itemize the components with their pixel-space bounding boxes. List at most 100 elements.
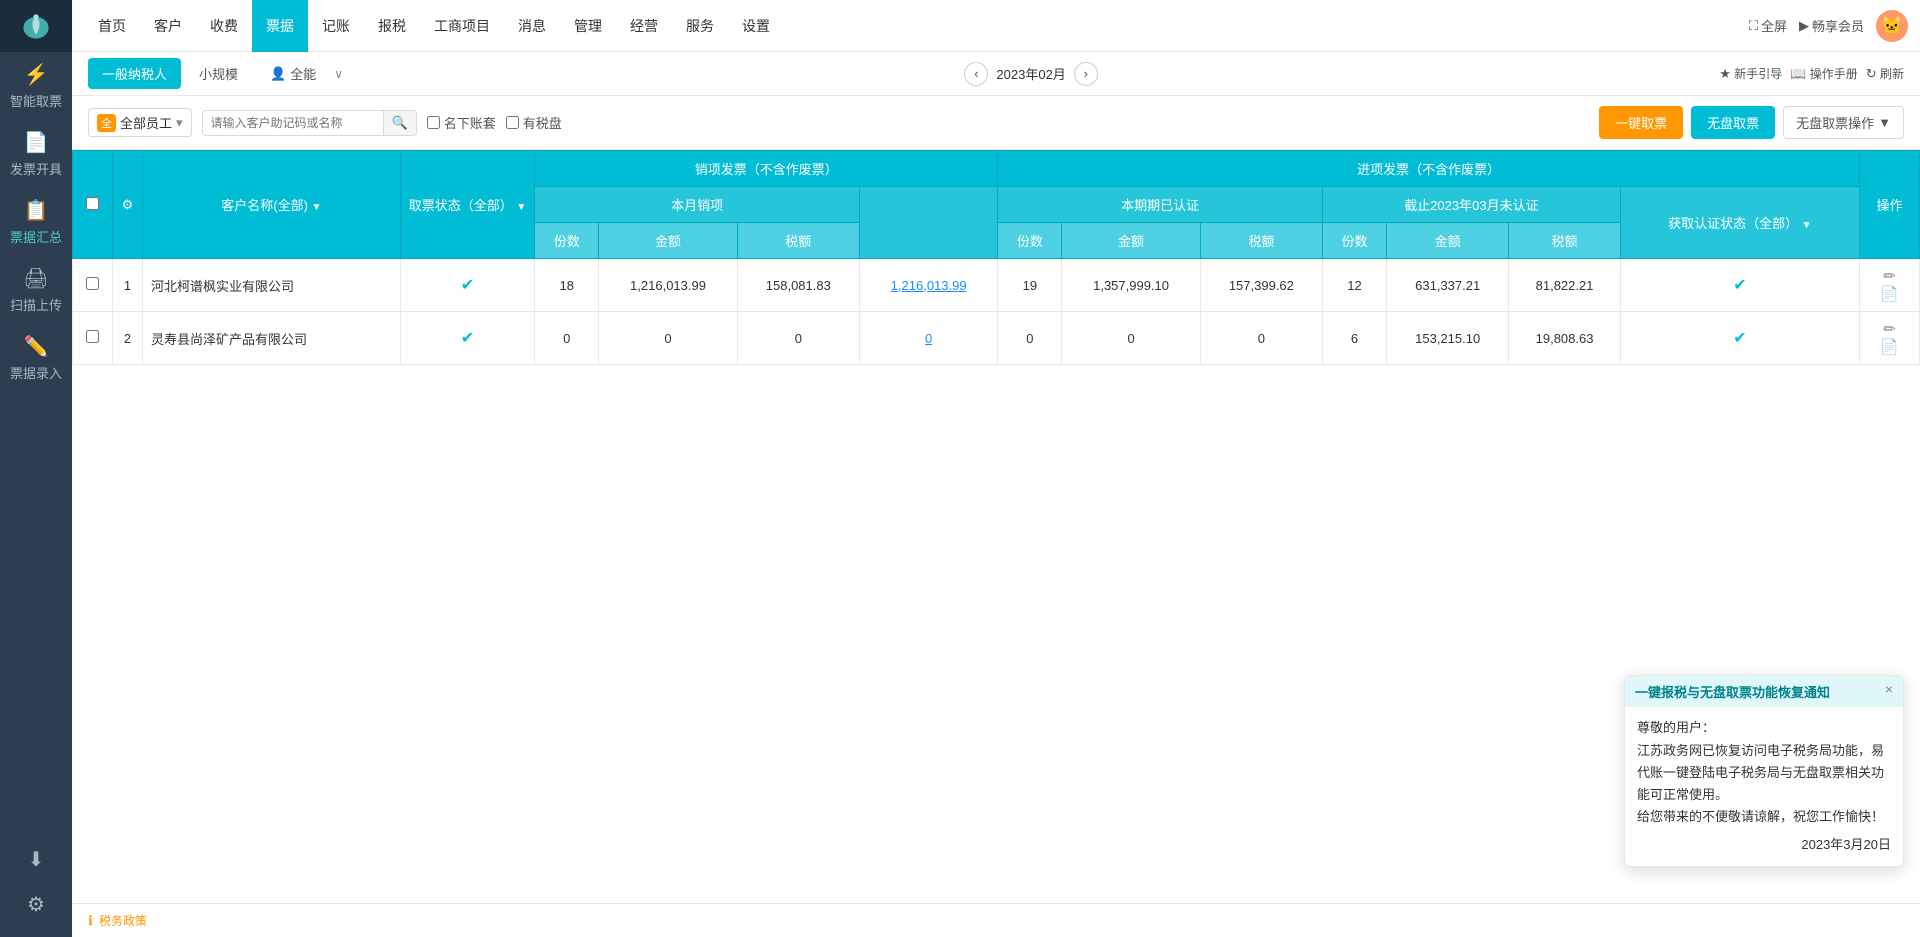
checkbox-taxdisk[interactable]: 有税盘: [506, 113, 562, 132]
sidebar-item-download[interactable]: ⬇: [0, 837, 72, 882]
table-row: 1 河北柯谱枫实业有限公司 ✔ 18 1,216,013.99 158,081.…: [73, 259, 1920, 312]
policy-link[interactable]: 税务政策: [99, 912, 147, 929]
col-uncert-tax: 税额: [1509, 223, 1620, 259]
sidebar-item-invoice-open[interactable]: 📄 发票开具: [0, 120, 72, 188]
topnav-business[interactable]: 工商项目: [420, 0, 504, 52]
topnav: 首页 客户 收费 票据 记账 报税 工商项目 消息 管理 经营 服务 设置 ⛶ …: [72, 0, 1920, 52]
consecutive-link[interactable]: 0: [925, 331, 932, 346]
main-table: ⚙ 客户名称(全部) ▼ 取票状态（全部） ▼ 销项发票（不含作废票） 进项发票…: [72, 150, 1920, 365]
current-date: 2023年02月: [996, 64, 1065, 83]
refresh-icon: ↻: [1866, 66, 1877, 81]
date-prev-btn[interactable]: ‹: [964, 62, 988, 86]
employee-select[interactable]: 全 全部员工 ▾: [88, 108, 192, 137]
row-sale-tax: 158,081.83: [737, 259, 859, 312]
col-consecutive-12: [859, 187, 997, 259]
checkbox-myaccount[interactable]: 名下账套: [427, 113, 496, 132]
notification-title: 一键报税与无盘取票功能恢复通知: [1635, 682, 1879, 701]
sidebar-item-invoice-summary[interactable]: 📋 票据汇总: [0, 188, 72, 256]
view-action-btn[interactable]: 📄: [1877, 339, 1902, 356]
col-fetch-status: 取票状态（全部） ▼: [400, 151, 535, 259]
data-entry-icon: ✏️: [24, 334, 49, 359]
row-purch-shares: 19: [998, 259, 1062, 312]
row-uncert-shares: 12: [1323, 259, 1387, 312]
tabs-more-btn[interactable]: ∨: [334, 67, 343, 81]
row-uncert-tax: 19,808.63: [1509, 312, 1620, 365]
sidebar-bottom: ⬇ ⚙: [0, 837, 72, 937]
search-input[interactable]: [203, 112, 383, 134]
table-row: 2 灵寿县尚泽矿产品有限公司 ✔ 0 0 0 0 0 0 0 6 153,215…: [73, 312, 1920, 365]
col-group-purchase: 进项发票（不含作废票）: [998, 151, 1860, 187]
new-guide-btn[interactable]: ★ 新手引导: [1719, 65, 1782, 82]
sidebar-item-settings[interactable]: ⚙: [0, 882, 72, 927]
tab-all[interactable]: 👤 全能: [256, 58, 330, 89]
edit-action-btn[interactable]: ✏: [1880, 268, 1899, 285]
consecutive-link[interactable]: 1,216,013.99: [891, 278, 967, 293]
topnav-tax[interactable]: 报税: [364, 0, 420, 52]
row-checkbox[interactable]: [86, 330, 99, 343]
col-purch-amount: 金额: [1062, 223, 1200, 259]
sidebar-item-data-entry[interactable]: ✏️ 票据录入: [0, 324, 72, 392]
manual-btn[interactable]: 📖 操作手册: [1790, 65, 1858, 82]
fullscreen-btn[interactable]: ⛶ 全屏: [1749, 16, 1787, 35]
notification-close-btn[interactable]: ×: [1885, 682, 1893, 696]
no-disk-fetch-btn[interactable]: 无盘取票: [1691, 106, 1775, 139]
row-sale-amount: 0: [599, 312, 737, 365]
notification-header: 一键报税与无盘取票功能恢复通知 ×: [1625, 676, 1903, 707]
sidebar-logo: [0, 0, 72, 52]
date-next-btn[interactable]: ›: [1074, 62, 1098, 86]
refresh-btn[interactable]: ↻ 刷新: [1866, 65, 1904, 82]
myaccount-checkbox[interactable]: [427, 116, 440, 129]
select-all-checkbox[interactable]: [86, 197, 99, 210]
col-ops: 操作: [1860, 151, 1920, 259]
topnav-invoice[interactable]: 票据: [252, 0, 308, 52]
sidebar-item-smart-fetch[interactable]: ⚡ 智能取票: [0, 52, 72, 120]
topnav-accounting[interactable]: 记账: [308, 0, 364, 52]
topnav-collect[interactable]: 收费: [196, 0, 252, 52]
download-icon: ⬇: [28, 847, 45, 872]
row-checkbox-cell[interactable]: [73, 312, 113, 365]
tab-general-taxpayer[interactable]: 一般纳税人: [88, 58, 181, 89]
no-disk-ops-btn[interactable]: 无盘取票操作 ▼: [1783, 106, 1904, 139]
row-actions: ✏ 📄: [1860, 259, 1920, 312]
row-sale-shares: 0: [535, 312, 599, 365]
topnav-manage[interactable]: 管理: [560, 0, 616, 52]
one-click-fetch-btn[interactable]: 一键取票: [1599, 106, 1683, 139]
cert-status-filter-icon[interactable]: ▼: [1802, 220, 1812, 231]
topnav-customer[interactable]: 客户: [140, 0, 196, 52]
sidebar-item-scan-upload[interactable]: 🖨 扫描上传: [0, 256, 72, 324]
toolbar-right: 一键取票 无盘取票 无盘取票操作 ▼: [1599, 106, 1904, 139]
topnav-operation[interactable]: 经营: [616, 0, 672, 52]
vip-btn[interactable]: ▶ 畅享会员: [1799, 16, 1864, 35]
invoice-open-icon: 📄: [24, 130, 49, 155]
row-checkbox[interactable]: [86, 277, 99, 290]
sidebar: ⚡ 智能取票 📄 发票开具 📋 票据汇总 🖨 扫描上传 ✏️ 票据录入 ⬇ ⚙: [0, 0, 72, 937]
col-uncert-shares: 份数: [1323, 223, 1387, 259]
user-avatar[interactable]: 🐱: [1876, 10, 1908, 42]
edit-action-btn[interactable]: ✏: [1880, 321, 1899, 338]
col-purch-tax: 税额: [1200, 223, 1322, 259]
employee-chevron-icon: ▾: [176, 115, 183, 131]
topnav-settings[interactable]: 设置: [728, 0, 784, 52]
row-uncert-amount: 631,337.21: [1387, 259, 1509, 312]
col-purch-shares: 份数: [998, 223, 1062, 259]
table-settings-icon[interactable]: ⚙: [122, 197, 134, 212]
col-group-sale: 销项发票（不含作废票）: [535, 151, 998, 187]
filter-icon[interactable]: ▼: [312, 202, 322, 213]
row-no: 2: [113, 312, 143, 365]
topnav-home[interactable]: 首页: [84, 0, 140, 52]
smart-fetch-icon: ⚡: [24, 62, 49, 87]
search-button[interactable]: 🔍: [383, 111, 416, 135]
topnav-message[interactable]: 消息: [504, 0, 560, 52]
col-uncertified: 截止2023年03月未认证: [1323, 187, 1621, 223]
row-uncert-shares: 6: [1323, 312, 1387, 365]
taxdisk-checkbox[interactable]: [506, 116, 519, 129]
topnav-service[interactable]: 服务: [672, 0, 728, 52]
view-action-btn[interactable]: 📄: [1877, 286, 1902, 303]
row-sale-amount: 1,216,013.99: [599, 259, 737, 312]
employee-label: 全部员工: [120, 113, 172, 132]
tab-small-scale[interactable]: 小规模: [185, 58, 252, 89]
row-checkbox-cell[interactable]: [73, 259, 113, 312]
col-cert-status: 获取认证状态（全部） ▼: [1620, 187, 1859, 259]
fetch-status-icon: ✔: [461, 277, 474, 294]
fetch-status-filter-icon[interactable]: ▼: [516, 202, 526, 213]
